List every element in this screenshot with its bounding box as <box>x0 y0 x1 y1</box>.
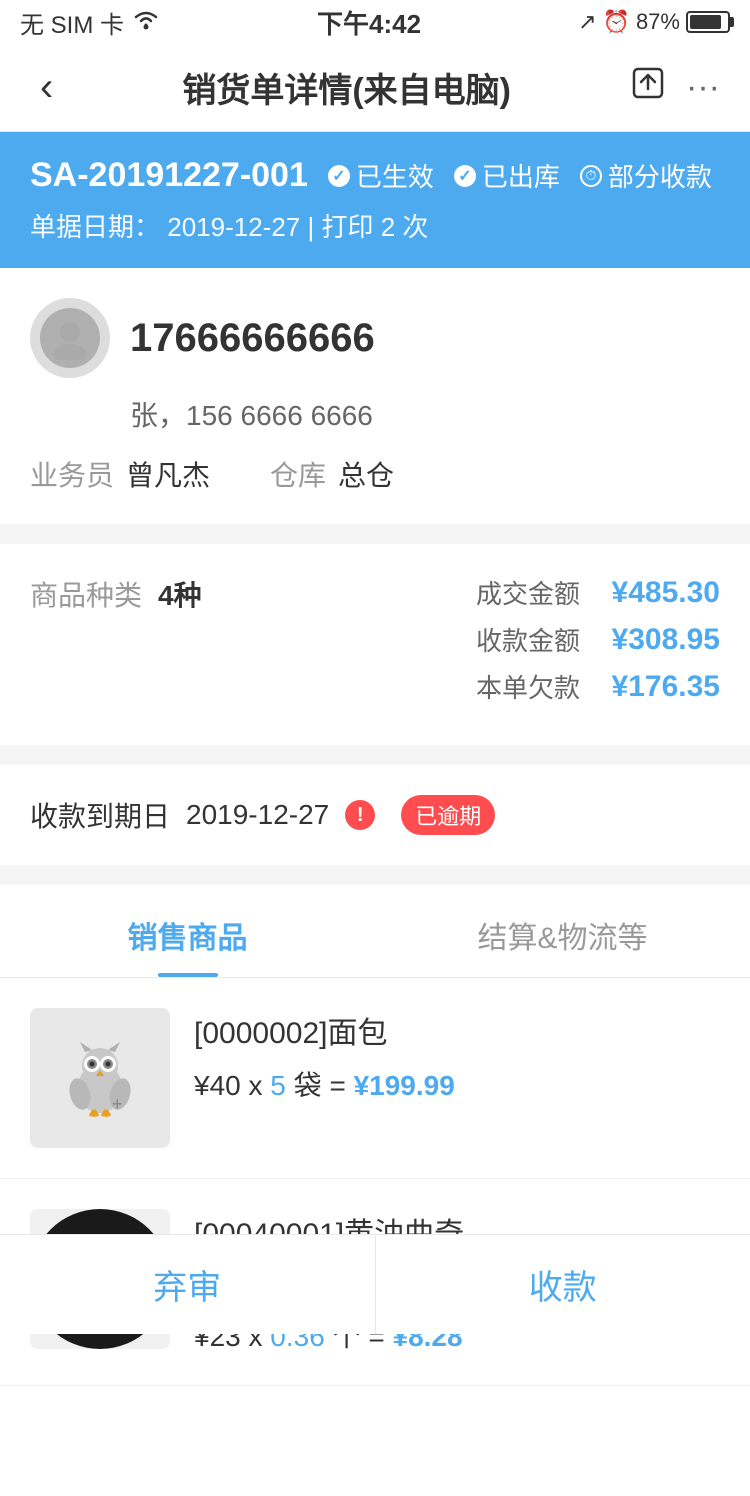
amount-label-2: 本单欠款 <box>476 668 580 705</box>
staff-item: 业务员 曾凡杰 <box>30 454 210 494</box>
warehouse-label: 仓库 <box>270 454 326 494</box>
customer-info: 张，156 6666 6666 <box>30 394 720 434</box>
summary-left: 商品种类 4种 <box>30 574 202 614</box>
date-label: 单据日期： <box>30 212 160 242</box>
clock-icon: ⏱ <box>580 165 602 187</box>
bottom-bar: 弃审 收款 <box>0 1234 750 1334</box>
svg-text:+: + <box>112 1094 123 1114</box>
due-date-label: 收款到期日 <box>30 795 170 835</box>
product-info-0: [0000002]面包 ¥40 x 5 袋 = ¥199.99 <box>194 1008 720 1148</box>
category-value: 4种 <box>158 574 202 614</box>
amount-value-1: ¥308.95 <box>600 623 720 657</box>
check-icon-effective: ✓ <box>328 165 350 187</box>
due-date-section: 收款到期日 2019-12-27 ! 已逾期 <box>0 765 750 865</box>
staff-row: 业务员 曾凡杰 仓库 总仓 <box>30 454 720 494</box>
avatar <box>30 298 110 378</box>
status-shipped: ✓ 已出库 <box>454 157 560 194</box>
summary-category: 商品种类 4种 <box>30 574 202 614</box>
product-image-owl: + <box>30 1008 170 1148</box>
qty-value-0: 5 <box>270 1070 286 1101</box>
warehouse-name: 总仓 <box>338 454 394 494</box>
print-info: | 打印 2 次 <box>307 212 428 242</box>
avatar-inner <box>40 308 100 368</box>
customer-phone: 17666666666 <box>130 316 375 361</box>
order-id: SA-20191227-001 <box>30 156 308 195</box>
status-bar: 无 SIM 卡 下午4:42 ↗ ⏰ 87% <box>0 0 750 44</box>
amount-label-1: 收款金额 <box>476 621 580 658</box>
amount-value-0: ¥485.30 <box>600 576 720 610</box>
status-payment: ⏱ 部分收款 <box>580 157 712 194</box>
amount-row-1: 收款金额 ¥308.95 <box>476 621 720 658</box>
customer-section: 17666666666 张，156 6666 6666 业务员 曾凡杰 仓库 总… <box>0 268 750 524</box>
tabs-row: 销售商品 结算&物流等 <box>0 885 750 978</box>
status-time: 下午4:42 <box>317 4 421 41</box>
equals-0: = <box>329 1070 353 1101</box>
product-price-0: ¥40 x 5 袋 = ¥199.99 <box>194 1064 720 1104</box>
unit-0: 袋 <box>294 1070 322 1101</box>
order-date-value: 2019-12-27 <box>167 212 300 242</box>
battery-icon <box>686 11 730 33</box>
price-x-0: x <box>249 1070 271 1101</box>
tab-products[interactable]: 销售商品 <box>0 885 375 977</box>
staff-label: 业务员 <box>30 454 114 494</box>
overdue-badge: 已逾期 <box>401 795 495 835</box>
cancel-audit-button[interactable]: 弃审 <box>0 1235 376 1334</box>
price-value-0: ¥40 <box>194 1070 241 1101</box>
location-icon: ↗ <box>578 9 596 35</box>
amount-label-0: 成交金额 <box>476 574 580 611</box>
summary-right: 成交金额 ¥485.30 收款金额 ¥308.95 本单欠款 ¥176.35 <box>476 574 720 715</box>
product-item-0: + [0000002]面包 ¥40 x 5 袋 = ¥199.99 <box>0 978 750 1179</box>
nav-bar: ‹ 销货单详情(来自电脑) ··· <box>0 44 750 132</box>
alarm-icon: ⏰ <box>603 9 630 35</box>
amount-value-2: ¥176.35 <box>600 670 720 704</box>
nav-actions: ··· <box>630 65 720 110</box>
total-0: ¥199.99 <box>354 1070 455 1101</box>
carrier-text: 无 SIM 卡 <box>20 5 124 40</box>
status-left: 无 SIM 卡 <box>20 5 160 40</box>
status-effective: ✓ 已生效 <box>328 157 434 194</box>
order-date-row: 单据日期： 2019-12-27 | 打印 2 次 <box>30 207 720 244</box>
tab-settlement[interactable]: 结算&物流等 <box>375 885 750 977</box>
payment-button[interactable]: 收款 <box>376 1235 750 1334</box>
customer-row: 17666666666 <box>30 298 720 378</box>
status-shipped-label: 已出库 <box>482 157 560 194</box>
order-header: SA-20191227-001 ✓ 已生效 ✓ 已出库 ⏱ 部分收款 单据日期：… <box>0 132 750 268</box>
amount-row-0: 成交金额 ¥485.30 <box>476 574 720 611</box>
battery-percent: 87% <box>636 9 680 35</box>
staff-name: 曾凡杰 <box>126 454 210 494</box>
product-name-0: [0000002]面包 <box>194 1008 720 1052</box>
status-payment-label: 部分收款 <box>608 157 712 194</box>
back-button[interactable]: ‹ <box>30 55 63 120</box>
category-label: 商品种类 <box>30 574 142 614</box>
check-icon-shipped: ✓ <box>454 165 476 187</box>
share-button[interactable] <box>630 65 666 110</box>
amount-row-2: 本单欠款 ¥176.35 <box>476 668 720 705</box>
wifi-icon <box>132 8 160 37</box>
warehouse-item: 仓库 总仓 <box>270 454 394 494</box>
more-button[interactable]: ··· <box>686 68 720 107</box>
tabs-section: 销售商品 结算&物流等 <box>0 885 750 978</box>
overdue-icon: ! <box>345 800 375 830</box>
page-title: 销货单详情(来自电脑) <box>182 63 511 112</box>
status-effective-label: 已生效 <box>356 157 434 194</box>
status-right: ↗ ⏰ 87% <box>578 9 730 35</box>
due-date-value: 2019-12-27 <box>186 799 329 831</box>
product-thumb-0: + <box>30 1008 170 1148</box>
summary-section: 商品种类 4种 成交金额 ¥485.30 收款金额 ¥308.95 本单欠款 ¥… <box>0 544 750 745</box>
order-id-row: SA-20191227-001 ✓ 已生效 ✓ 已出库 ⏱ 部分收款 <box>30 156 720 195</box>
